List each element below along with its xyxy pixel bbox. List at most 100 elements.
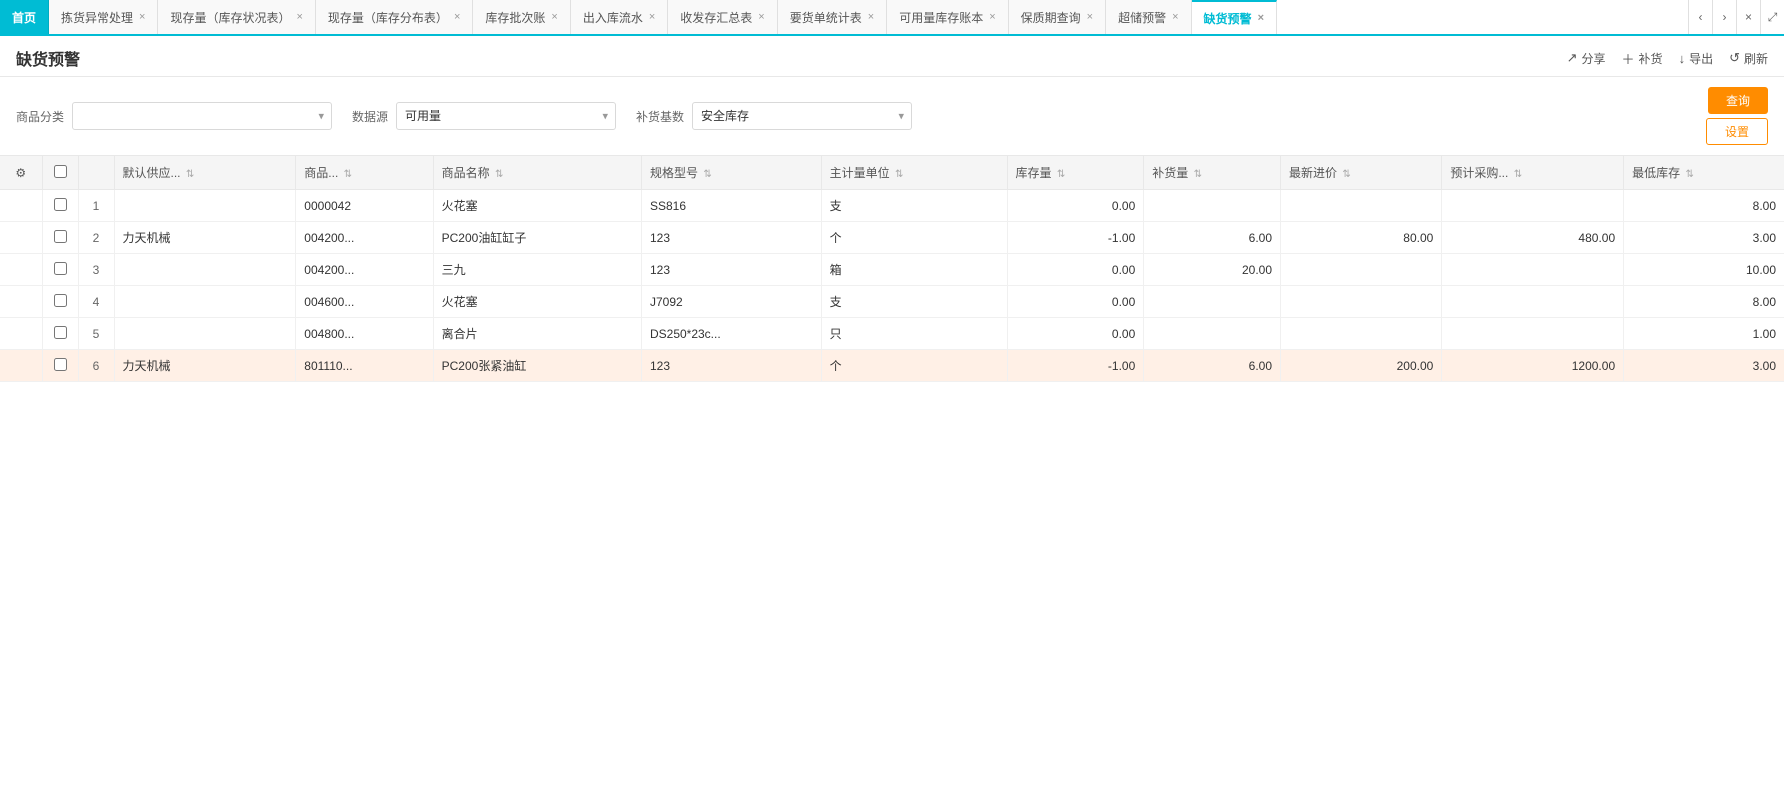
cell-latest-price-0 xyxy=(1281,190,1442,222)
th-supplier[interactable]: 默认供应... ⇅ xyxy=(114,156,296,190)
refresh-button[interactable]: ↺ 刷新 xyxy=(1729,50,1768,67)
th-latest-price-label: 最新进价 xyxy=(1289,166,1337,180)
cell-supplier-2 xyxy=(114,254,296,286)
tab-inventory-dist-close[interactable]: × xyxy=(454,11,460,23)
tab-inventory-status[interactable]: 现存量（库存状况表） × xyxy=(158,0,315,34)
tab-collect-summary[interactable]: 收发存汇总表 × xyxy=(668,0,777,34)
cell-latest-price-2 xyxy=(1281,254,1442,286)
tab-available-ledger[interactable]: 可用量库存账本 × xyxy=(887,0,1008,34)
tab-demand-stat[interactable]: 要货单统计表 × xyxy=(778,0,887,34)
tab-exception-label: 拣货异常处理 xyxy=(61,9,133,26)
cell-est-purchase-5: 1200.00 xyxy=(1442,350,1624,382)
th-product-name[interactable]: 商品名称 ⇅ xyxy=(433,156,641,190)
replenish-base-filter-group: 补货基数 安全库存 最低库存 xyxy=(636,102,912,130)
table-row: 1 0000042 火花塞 SS816 支 0.00 8.00 xyxy=(0,190,1784,222)
tab-inventory-status-close[interactable]: × xyxy=(296,11,302,23)
tab-inventory-dist[interactable]: 现存量（库存分布表） × xyxy=(316,0,473,34)
tab-collect-summary-close[interactable]: × xyxy=(758,11,764,23)
export-button[interactable]: ↓ 导出 xyxy=(1679,50,1714,67)
th-est-purchase-label: 预计采购... xyxy=(1450,166,1508,180)
share-button[interactable]: ↗ 分享 xyxy=(1567,50,1606,67)
tab-expiry-query-close[interactable]: × xyxy=(1087,11,1093,23)
cell-checkbox-5 xyxy=(42,350,78,382)
tab-available-ledger-close[interactable]: × xyxy=(989,11,995,23)
tab-prev-btn[interactable]: ‹ xyxy=(1688,0,1712,35)
query-button[interactable]: 查询 xyxy=(1708,87,1768,114)
tab-batch-account[interactable]: 库存批次账 × xyxy=(473,0,570,34)
tab-bar: 首页 拣货异常处理 × 现存量（库存状况表） × 现存量（库存分布表） × 库存… xyxy=(0,0,1784,36)
replenish-button[interactable]: ＋ 补货 xyxy=(1622,49,1663,68)
tab-home[interactable]: 首页 xyxy=(0,0,49,34)
gear-icon: ⚙ xyxy=(15,166,26,180)
cell-unit-5: 个 xyxy=(821,350,1007,382)
tab-expiry-query[interactable]: 保质期查询 × xyxy=(1009,0,1106,34)
cell-replenish-qty-1: 6.00 xyxy=(1144,222,1281,254)
tab-collect-summary-label: 收发存汇总表 xyxy=(680,9,752,26)
tab-shortage[interactable]: 缺货预警 × xyxy=(1192,0,1277,34)
datasource-filter-label: 数据源 xyxy=(352,108,388,125)
tab-available-ledger-label: 可用量库存账本 xyxy=(899,9,983,26)
row-checkbox-4[interactable] xyxy=(54,326,67,339)
th-replenish-qty[interactable]: 补货量 ⇅ xyxy=(1144,156,1281,190)
tab-batch-account-close[interactable]: × xyxy=(551,11,557,23)
tab-maximize-btn[interactable]: ⤢ xyxy=(1760,0,1784,35)
cell-checkbox-4 xyxy=(42,318,78,350)
th-est-purchase[interactable]: 预计采购... ⇅ xyxy=(1442,156,1624,190)
cell-stock-4: 0.00 xyxy=(1007,318,1144,350)
cell-gear-5 xyxy=(0,350,42,382)
category-filter-group: 商品分类 xyxy=(16,102,332,130)
row-checkbox-5[interactable] xyxy=(54,358,67,371)
setting-button[interactable]: 设置 xyxy=(1706,118,1768,145)
tab-demand-stat-close[interactable]: × xyxy=(868,11,874,23)
th-checkbox xyxy=(42,156,78,190)
th-latest-price[interactable]: 最新进价 ⇅ xyxy=(1281,156,1442,190)
th-unit[interactable]: 主计量单位 ⇅ xyxy=(821,156,1007,190)
th-min-stock[interactable]: 最低库存 ⇅ xyxy=(1624,156,1784,190)
th-stock[interactable]: 库存量 ⇅ xyxy=(1007,156,1144,190)
page-title: 缺货预警 xyxy=(16,46,80,70)
cell-product-name-5: PC200张紧油缸 xyxy=(433,350,641,382)
row-checkbox-3[interactable] xyxy=(54,294,67,307)
th-spec[interactable]: 规格型号 ⇅ xyxy=(641,156,821,190)
tab-exception[interactable]: 拣货异常处理 × xyxy=(49,0,158,34)
tab-exception-close[interactable]: × xyxy=(139,11,145,23)
category-select-wrapper xyxy=(72,102,332,130)
tab-shortage-close[interactable]: × xyxy=(1258,12,1264,24)
row-checkbox-0[interactable] xyxy=(54,198,67,211)
filter-bar: 商品分类 数据源 可用量 库存量 补货基数 安全库存 最低库存 xyxy=(0,77,1784,155)
cell-stock-1: -1.00 xyxy=(1007,222,1144,254)
th-unit-sort-icon: ⇅ xyxy=(895,169,903,180)
tab-close-others-btn[interactable]: × xyxy=(1736,0,1760,35)
cell-est-purchase-2 xyxy=(1442,254,1624,286)
cell-gear-1 xyxy=(0,222,42,254)
tab-nav-buttons: ‹ › × ⤢ xyxy=(1688,0,1784,35)
row-checkbox-2[interactable] xyxy=(54,262,67,275)
th-replenish-qty-sort-icon: ⇅ xyxy=(1194,169,1202,180)
table-row: 2 力天机械 004200... PC200油缸缸子 123 个 -1.00 6… xyxy=(0,222,1784,254)
th-product-code[interactable]: 商品... ⇅ xyxy=(296,156,433,190)
th-min-stock-label: 最低库存 xyxy=(1632,166,1680,180)
th-latest-price-sort-icon: ⇅ xyxy=(1342,169,1350,180)
tab-overstock-close[interactable]: × xyxy=(1172,11,1178,23)
datasource-filter-group: 数据源 可用量 库存量 xyxy=(352,102,616,130)
th-product-name-sort-icon: ⇅ xyxy=(495,169,503,180)
share-icon: ↗ xyxy=(1567,50,1578,66)
replenish-base-select[interactable]: 安全库存 最低库存 xyxy=(692,102,912,130)
tab-next-btn[interactable]: › xyxy=(1712,0,1736,35)
cell-product-name-4: 离合片 xyxy=(433,318,641,350)
tab-in-out-flow[interactable]: 出入库流水 × xyxy=(571,0,668,34)
header-actions: ↗ 分享 ＋ 补货 ↓ 导出 ↺ 刷新 xyxy=(1567,49,1768,68)
tab-overstock[interactable]: 超储预警 × xyxy=(1106,0,1191,34)
category-select[interactable] xyxy=(72,102,332,130)
datasource-select-wrapper: 可用量 库存量 xyxy=(396,102,616,130)
cell-product-code-0: 0000042 xyxy=(296,190,433,222)
th-gear[interactable]: ⚙ xyxy=(0,156,42,190)
th-spec-label: 规格型号 xyxy=(650,166,698,180)
cell-product-code-3: 004600... xyxy=(296,286,433,318)
row-checkbox-1[interactable] xyxy=(54,230,67,243)
select-all-checkbox[interactable] xyxy=(54,165,67,178)
shortage-table: ⚙ 默认供应... ⇅ 商品... ⇅ 商品名称 xyxy=(0,155,1784,382)
tab-in-out-flow-close[interactable]: × xyxy=(649,11,655,23)
datasource-select[interactable]: 可用量 库存量 xyxy=(396,102,616,130)
cell-spec-4: DS250*23c... xyxy=(641,318,821,350)
